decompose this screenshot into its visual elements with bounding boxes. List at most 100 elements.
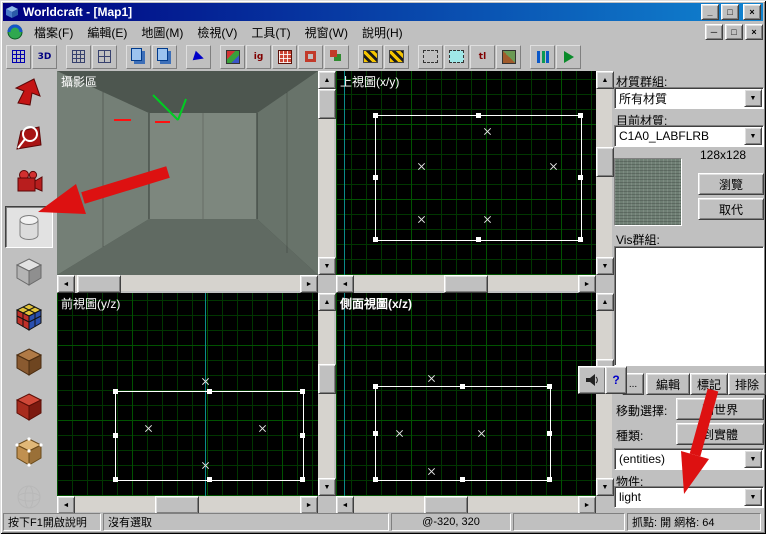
mdi-restore-button[interactable]: □ — [725, 24, 743, 40]
entity-marker-icon[interactable] — [417, 215, 426, 224]
entity-tool-button[interactable] — [5, 206, 53, 248]
chevron-down-icon[interactable]: ▼ — [744, 89, 762, 107]
entity-marker-icon[interactable] — [417, 162, 426, 171]
toggle-group-ignore-button[interactable] — [220, 44, 245, 69]
selection-handle[interactable] — [113, 433, 118, 438]
selection-handle[interactable] — [113, 477, 118, 482]
toggle-cordon-button[interactable] — [418, 44, 443, 69]
object-select[interactable]: light ▼ — [614, 486, 764, 508]
to-entity-button[interactable]: 到實體 — [676, 423, 764, 445]
vertex-manipulation-tool-button[interactable] — [5, 431, 53, 473]
group-objects-button[interactable] — [324, 44, 349, 69]
browse-button[interactable]: 瀏覽 — [698, 173, 764, 195]
to-world-button[interactable]: 到世界 — [676, 398, 764, 420]
scrollbar-thumb[interactable] — [318, 364, 336, 394]
selection-handle[interactable] — [547, 477, 552, 482]
selection-handle[interactable] — [373, 431, 378, 436]
front-viewport-canvas[interactable]: 前視圖(y/z) — [57, 293, 318, 496]
selection-handle[interactable] — [547, 431, 552, 436]
selection-handle[interactable] — [578, 237, 583, 242]
entity-marker-icon[interactable] — [549, 162, 558, 171]
entity-marker-icon[interactable] — [395, 429, 404, 438]
top-vscrollbar[interactable]: ▲ ▼ — [596, 71, 614, 275]
menu-help[interactable]: 說明(H) — [355, 22, 410, 43]
scroll-left-button[interactable]: ◄ — [57, 275, 75, 293]
edit-cordon-button[interactable] — [444, 44, 469, 69]
selection-handle[interactable] — [373, 237, 378, 242]
selection-bounds[interactable] — [373, 113, 583, 242]
entity-marker-icon[interactable] — [483, 215, 492, 224]
make-hollow-button[interactable] — [298, 44, 323, 69]
selection-handle[interactable] — [460, 384, 465, 389]
entity-marker-icon[interactable] — [477, 429, 486, 438]
mark-button[interactable]: 標記 — [690, 373, 728, 395]
scroll-right-button[interactable]: ► — [300, 496, 318, 514]
menu-view[interactable]: 檢視(V) — [190, 22, 244, 43]
run-map-button[interactable] — [556, 44, 581, 69]
entity-marker-icon[interactable] — [483, 127, 492, 136]
scrollbar-thumb[interactable] — [155, 496, 199, 514]
title-bar[interactable]: Worldcraft - [Map1] _ □ × — [3, 3, 763, 21]
chevron-down-icon[interactable]: ▼ — [744, 127, 762, 145]
toggle-3d-grid-button[interactable]: 3D — [32, 44, 57, 69]
vis-group-list[interactable] — [614, 246, 764, 366]
scrollbar-thumb[interactable] — [596, 147, 614, 177]
selection-handle[interactable] — [476, 113, 481, 118]
entity-category-select[interactable]: (entities) ▼ — [614, 448, 764, 470]
menu-map[interactable]: 地圖(M) — [134, 22, 190, 43]
scrollbar-thumb[interactable] — [318, 89, 336, 119]
load-window-state-button[interactable] — [126, 44, 151, 69]
selection-handle[interactable] — [373, 384, 378, 389]
mdi-minimize-button[interactable]: ─ — [705, 24, 723, 40]
menu-tools[interactable]: 工具(T) — [244, 22, 297, 43]
side-vscrollbar[interactable]: ▲ ▼ — [596, 293, 614, 496]
scroll-right-button[interactable]: ► — [578, 275, 596, 293]
side-viewport-canvas[interactable]: 側面視圖(x/z) — [336, 293, 596, 496]
go-to-brush-button[interactable] — [186, 44, 211, 69]
menu-window[interactable]: 視窗(W) — [298, 22, 355, 43]
scrollbar-thumb[interactable] — [444, 275, 488, 293]
entity-marker-icon[interactable] — [258, 424, 267, 433]
selection-handle[interactable] — [113, 389, 118, 394]
exclude-button[interactable]: 排除 — [728, 373, 766, 395]
minimize-button[interactable]: _ — [701, 4, 719, 20]
entity-marker-icon[interactable] — [144, 424, 153, 433]
scroll-right-button[interactable]: ► — [578, 496, 596, 514]
selection-handle[interactable] — [578, 113, 583, 118]
camera-vscrollbar[interactable]: ▲ ▼ — [318, 71, 336, 275]
entity-marker-icon[interactable] — [201, 377, 210, 386]
current-texture-select[interactable]: C1A0_LABFLRB ▼ — [614, 125, 764, 147]
scroll-down-button[interactable]: ▼ — [596, 478, 614, 496]
mdi-close-button[interactable]: × — [745, 24, 763, 40]
selection-handle[interactable] — [460, 477, 465, 482]
path-tool-button[interactable] — [5, 476, 53, 518]
split-face-button[interactable] — [530, 44, 555, 69]
maximize-button[interactable]: □ — [721, 4, 739, 20]
smaller-grid-button[interactable] — [66, 44, 91, 69]
selection-handle[interactable] — [578, 175, 583, 180]
hide-unselected-button[interactable] — [384, 44, 409, 69]
magnify-tool-button[interactable] — [5, 116, 53, 158]
clipping-tool-button[interactable] — [5, 386, 53, 428]
selection-tool-button[interactable] — [5, 71, 53, 113]
texture-group-select[interactable]: 所有材質 ▼ — [614, 87, 764, 109]
front-hscrollbar[interactable]: ◄ ► — [57, 496, 318, 514]
camera-viewport-canvas[interactable]: 攝影區 — [57, 71, 318, 275]
scrollbar-thumb[interactable] — [424, 496, 468, 514]
menu-edit[interactable]: 編輯(E) — [80, 22, 134, 43]
selection-handle[interactable] — [207, 477, 212, 482]
larger-grid-button[interactable] — [92, 44, 117, 69]
selection-handle[interactable] — [547, 384, 552, 389]
save-window-state-button[interactable] — [152, 44, 177, 69]
scroll-down-button[interactable]: ▼ — [596, 257, 614, 275]
apply-decals-tool-button[interactable] — [5, 341, 53, 383]
entity-marker-icon[interactable] — [427, 467, 436, 476]
top-viewport-canvas[interactable]: 上視圖(x/y) — [336, 71, 596, 275]
scroll-down-button[interactable]: ▼ — [318, 257, 336, 275]
camera-tool-button[interactable] — [5, 161, 53, 203]
carve-button[interactable] — [272, 44, 297, 69]
selection-handle[interactable] — [373, 113, 378, 118]
hide-selected-button[interactable] — [358, 44, 383, 69]
selection-handle[interactable] — [373, 175, 378, 180]
sound-button[interactable] — [578, 366, 606, 394]
